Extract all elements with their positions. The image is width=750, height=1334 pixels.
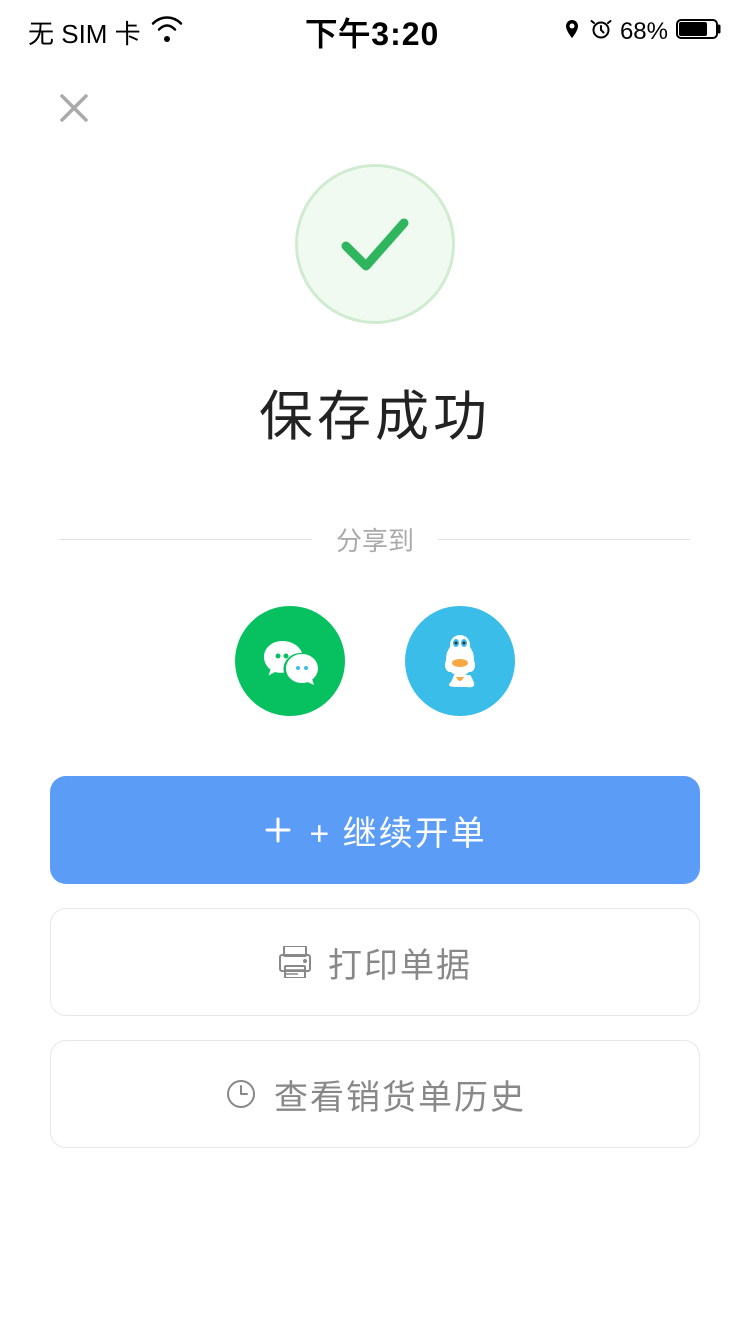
battery-icon	[676, 17, 722, 48]
status-right: 68%	[562, 17, 722, 48]
main-content: 保存成功 分享到	[0, 64, 750, 1148]
share-icons-row	[235, 606, 515, 716]
history-label: 查看销货单历史	[274, 1070, 526, 1119]
continue-label: + 继续开单	[309, 806, 486, 855]
status-time: 下午3:20	[305, 9, 439, 55]
share-divider-left	[60, 539, 312, 540]
battery-label: 68%	[620, 18, 668, 46]
print-button[interactable]: 打印单据	[50, 908, 700, 1016]
wifi-icon	[151, 16, 183, 49]
print-icon	[278, 946, 312, 978]
share-divider-row: 分享到	[0, 521, 750, 558]
no-sim-label: 无 SIM 卡	[28, 14, 141, 51]
success-icon-circle	[295, 164, 455, 324]
location-icon	[562, 18, 582, 47]
success-title: 保存成功	[259, 372, 491, 451]
share-label: 分享到	[312, 521, 438, 558]
status-left: 无 SIM 卡	[28, 14, 183, 51]
continue-button[interactable]: + 继续开单	[50, 776, 700, 884]
actions-section: + 继续开单 打印单据	[0, 776, 750, 1148]
history-button[interactable]: 查看销货单历史	[50, 1040, 700, 1148]
plus-icon	[263, 815, 293, 845]
qq-share-button[interactable]	[405, 606, 515, 716]
wechat-share-button[interactable]	[235, 606, 345, 716]
share-divider-right	[438, 539, 690, 540]
print-label: 打印单据	[328, 938, 472, 987]
history-icon	[224, 1077, 258, 1111]
alarm-icon	[590, 18, 612, 47]
close-button[interactable]	[46, 80, 102, 136]
status-bar: 无 SIM 卡 下午3:20 68%	[0, 0, 750, 64]
share-section: 分享到	[0, 521, 750, 716]
